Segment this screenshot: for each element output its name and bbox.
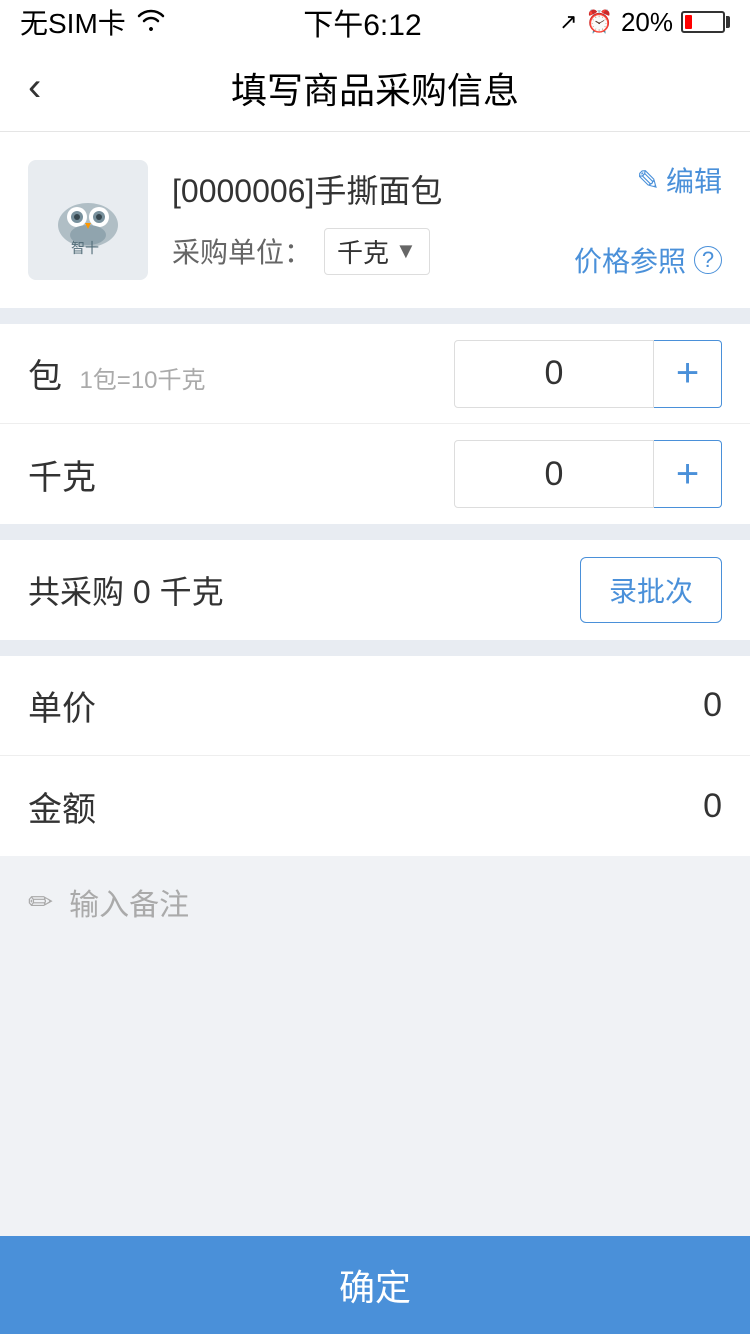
- svg-text:智十: 智十: [71, 240, 99, 255]
- bao-plus-button[interactable]: +: [654, 340, 722, 408]
- unit-label: 采购单位：: [172, 231, 312, 271]
- notes-icon: ✏: [28, 885, 53, 920]
- carrier-label: 无SIM卡: [20, 2, 126, 42]
- status-right: ↗ ⏰ 20%: [559, 7, 730, 38]
- amount-row: 金额 0: [0, 756, 750, 856]
- batch-button[interactable]: 录批次: [580, 557, 722, 623]
- kg-label: 千克: [28, 450, 454, 499]
- product-card: 智十 [0000006]手撕面包 采购单位： 千克 ▼ ✎ 编辑 价格参照 ?: [0, 132, 750, 308]
- separator-3: [0, 640, 750, 656]
- amount-label: 金额: [28, 782, 96, 831]
- status-left: 无SIM卡: [20, 2, 166, 42]
- unit-price-value: 0: [703, 686, 722, 725]
- dropdown-arrow-icon: ▼: [395, 238, 417, 264]
- summary-text: 共采购 0 千克: [28, 567, 224, 613]
- bao-number-input[interactable]: [454, 340, 654, 408]
- kg-input-row: 千克 +: [0, 424, 750, 524]
- battery-icon: [681, 11, 730, 33]
- bao-input-row: 包 1包=10千克 +: [0, 324, 750, 424]
- edit-icon: ✎: [637, 164, 660, 197]
- separator-2: [0, 524, 750, 540]
- kg-input-control: +: [454, 440, 722, 508]
- unit-price-row: 单价 0: [0, 656, 750, 756]
- status-time: 下午6:12: [303, 0, 421, 44]
- amount-value: 0: [703, 787, 722, 826]
- notes-placeholder: 输入备注: [69, 880, 189, 924]
- unit-selector[interactable]: 千克 ▼: [324, 228, 430, 275]
- kg-plus-button[interactable]: +: [654, 440, 722, 508]
- notes-section[interactable]: ✏ 输入备注: [0, 856, 750, 948]
- bao-sublabel: 1包=10千克: [79, 367, 205, 394]
- kg-number-input[interactable]: [454, 440, 654, 508]
- price-ref-button[interactable]: 价格参照 ?: [574, 240, 722, 280]
- edit-label: 编辑: [666, 160, 722, 200]
- info-icon: ?: [694, 246, 722, 274]
- product-image: 智十: [28, 160, 148, 280]
- summary-row: 共采购 0 千克 录批次: [0, 540, 750, 640]
- wifi-icon: [136, 6, 166, 38]
- unit-price-label: 单价: [28, 681, 96, 730]
- back-button[interactable]: ‹: [28, 65, 41, 110]
- alarm-icon: ⏰: [586, 9, 613, 35]
- content-spacer: [0, 948, 750, 1228]
- nav-bar: ‹ 填写商品采购信息: [0, 44, 750, 132]
- summary-section: 共采购 0 千克 录批次: [0, 540, 750, 640]
- price-ref-label: 价格参照: [574, 240, 686, 280]
- bao-label: 包 1包=10千克: [28, 349, 454, 398]
- bao-input-control: +: [454, 340, 722, 408]
- location-icon: ↗: [559, 9, 577, 35]
- edit-button[interactable]: ✎ 编辑: [637, 160, 722, 200]
- status-bar: 无SIM卡 下午6:12 ↗ ⏰ 20%: [0, 0, 750, 44]
- battery-percent: 20%: [621, 7, 673, 38]
- confirm-button[interactable]: 确定: [0, 1236, 750, 1334]
- unit-value: 千克: [337, 233, 389, 270]
- input-section: 包 1包=10千克 + 千克 +: [0, 324, 750, 524]
- separator-1: [0, 308, 750, 324]
- page-title: 填写商品采购信息: [231, 62, 519, 114]
- price-section: 单价 0 金额 0: [0, 656, 750, 856]
